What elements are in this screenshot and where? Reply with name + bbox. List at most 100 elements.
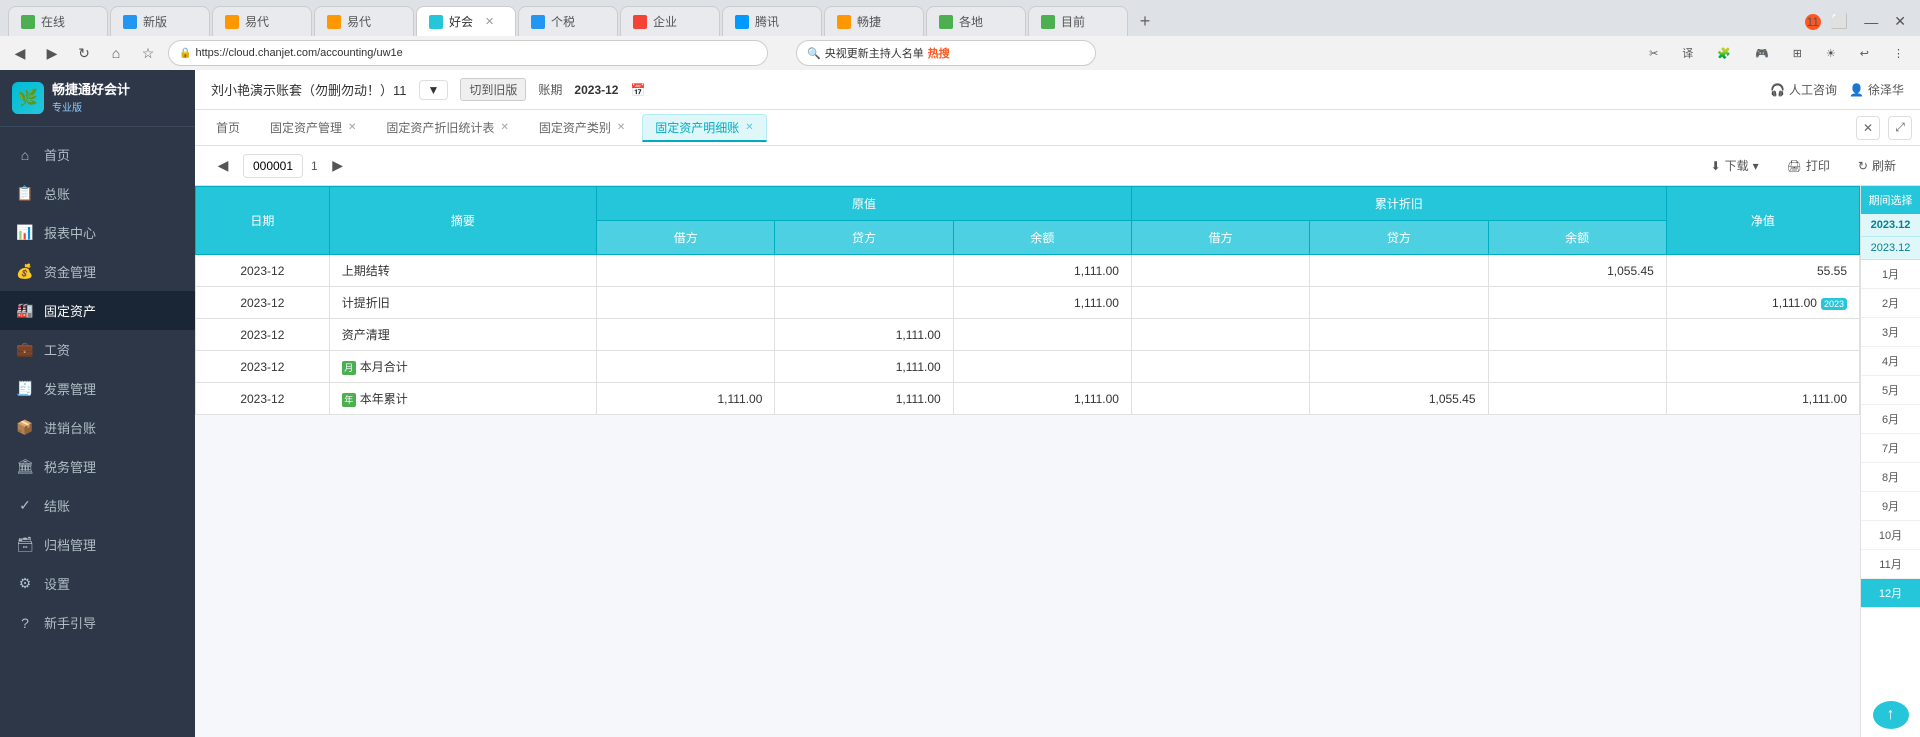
url-input[interactable]: 🔒 https://cloud.chanjet.com/accounting/u…	[168, 40, 768, 66]
user-profile-button[interactable]: 👤 徐泽华	[1849, 81, 1904, 98]
home-button[interactable]: ⌂	[104, 41, 128, 65]
switch-version-button[interactable]: 切到旧版	[460, 78, 526, 101]
page-tab-asset-detail[interactable]: 固定资产明细账 ✕	[642, 114, 766, 142]
page-tab-home[interactable]: 首页	[203, 114, 253, 142]
page-tab-close-asset-detail[interactable]: ✕	[745, 122, 753, 133]
th-accum-credit: 贷方	[1310, 221, 1488, 255]
browser-tab-yidai1[interactable]: 易代	[212, 6, 312, 36]
next-record-button[interactable]: ▶	[326, 154, 350, 178]
game-tool[interactable]: 🎮	[1747, 45, 1777, 62]
back-button[interactable]: ◀	[8, 41, 32, 65]
period-month-12[interactable]: 12月	[1861, 579, 1920, 608]
page-tab-close-fixed-asset-mgmt[interactable]: ✕	[348, 122, 356, 133]
theme-tool[interactable]: ☀	[1818, 45, 1844, 62]
tab-close-all-button[interactable]: ✕	[1856, 116, 1880, 140]
browser-tab-changjie[interactable]: 畅捷	[824, 6, 924, 36]
more-tool[interactable]: ⋮	[1885, 45, 1912, 62]
cell-orig-debit-2	[597, 319, 775, 351]
service-button[interactable]: 🎧 人工咨询	[1770, 81, 1837, 98]
account-selector[interactable]: ▼	[419, 80, 449, 100]
tab-restore-icon[interactable]: ⬜	[1825, 11, 1854, 32]
period-month-7[interactable]: 7月	[1861, 434, 1920, 463]
sidebar-item-inventory[interactable]: 📦 进销台账	[0, 408, 195, 447]
page-tab-fixed-asset-mgmt[interactable]: 固定资产管理 ✕	[257, 114, 369, 142]
sidebar-item-tax[interactable]: 🏛 税务管理	[0, 447, 195, 486]
sidebar-item-reports[interactable]: 📊 报表中心	[0, 213, 195, 252]
browser-tab-gedi[interactable]: 各地	[926, 6, 1026, 36]
sidebar-item-settings[interactable]: ⚙ 设置	[0, 564, 195, 603]
sidebar-app-title: 畅捷通好会计	[52, 82, 130, 99]
browser-tab-zaixin[interactable]: 在线	[8, 6, 108, 36]
bookmark-button[interactable]: ☆	[136, 41, 160, 65]
tab-minimize-icon[interactable]: —	[1858, 12, 1884, 32]
period-month-6[interactable]: 6月	[1861, 405, 1920, 434]
period-month-3[interactable]: 3月	[1861, 318, 1920, 347]
print-button[interactable]: 🖨 打印	[1779, 153, 1838, 178]
sidebar-item-settlement[interactable]: ✓ 结账	[0, 486, 195, 525]
cell-accum-debit-3	[1131, 351, 1309, 383]
download-button[interactable]: ⬇ 下载 ▾	[1703, 153, 1767, 178]
page-tab-close-depreciation-stats[interactable]: ✕	[500, 122, 508, 133]
tab-label-xinban: 新版	[143, 13, 167, 30]
account-dropdown-icon: ▼	[428, 83, 440, 97]
calendar-icon[interactable]: 📅	[630, 83, 645, 97]
sidebar-item-invoice[interactable]: 🧾 发票管理	[0, 369, 195, 408]
sidebar-item-ledger[interactable]: 📋 总账	[0, 174, 195, 213]
forward-button[interactable]: ▶	[40, 41, 64, 65]
new-tab-button[interactable]: +	[1130, 6, 1160, 36]
period-year-selected[interactable]: 2023.12	[1861, 214, 1920, 237]
period-month-10[interactable]: 10月	[1861, 521, 1920, 550]
undo-tool[interactable]: ↩	[1852, 45, 1877, 62]
page-tab-close-asset-category[interactable]: ✕	[617, 122, 625, 133]
cell-orig-credit-4: 1,111.00	[775, 383, 953, 415]
tab-favicon-geshui	[531, 15, 545, 29]
scissors-tool[interactable]: ✂	[1641, 45, 1666, 62]
search-input[interactable]: 🔍 央视更新主持人名单 热搜	[796, 40, 1096, 66]
prev-record-button[interactable]: ◀	[211, 154, 235, 178]
period-month-1[interactable]: 1月	[1861, 260, 1920, 289]
row-icon-4: 年	[342, 393, 356, 407]
sidebar-item-archive[interactable]: 🗃 归档管理	[0, 525, 195, 564]
tab-close-haohui[interactable]: ✕	[485, 15, 494, 28]
period-scroll-up-button[interactable]: ↑	[1873, 701, 1909, 729]
period-month-11[interactable]: 11月	[1861, 550, 1920, 579]
page-tab-asset-category[interactable]: 固定资产类别 ✕	[526, 114, 638, 142]
period-month-5[interactable]: 5月	[1861, 376, 1920, 405]
cell-orig-debit-0	[597, 255, 775, 287]
browser-tab-haohui[interactable]: 好会 ✕	[416, 6, 516, 36]
refresh-button[interactable]: ↻	[72, 41, 96, 65]
refresh-action-button[interactable]: ↻ 刷新	[1850, 153, 1904, 178]
print-label: 打印	[1806, 157, 1830, 174]
period-month-2[interactable]: 2月	[1861, 289, 1920, 318]
browser-tab-muqian[interactable]: 目前	[1028, 6, 1128, 36]
sidebar-item-payroll[interactable]: 💼 工资	[0, 330, 195, 369]
sidebar-label-funds: 资金管理	[44, 262, 96, 281]
sidebar-item-funds[interactable]: 💰 资金管理	[0, 252, 195, 291]
settlement-icon: ✓	[16, 497, 34, 515]
payroll-icon: 💼	[16, 341, 34, 359]
cell-accum-credit-4: 1,055.45	[1310, 383, 1488, 415]
sidebar-item-guide[interactable]: ? 新手引导	[0, 603, 195, 642]
browser-tab-qiye[interactable]: 企业	[620, 6, 720, 36]
tab-close-browser-icon[interactable]: ✕	[1888, 11, 1912, 32]
period-panel: 期间选择 2023.12 2023.12 1月2月3月4月5月6月7月8月9月1…	[1860, 186, 1920, 737]
cell-accum-debit-4	[1131, 383, 1309, 415]
layout-tool[interactable]: ⊞	[1785, 45, 1810, 62]
sidebar-item-fixed-assets[interactable]: 🏭 固定资产	[0, 291, 195, 330]
record-number-input[interactable]	[243, 154, 303, 178]
browser-tab-yidai2[interactable]: 易代	[314, 6, 414, 36]
browser-tab-tengxun[interactable]: 腾讯	[722, 6, 822, 36]
period-month-8[interactable]: 8月	[1861, 463, 1920, 492]
sidebar-item-home[interactable]: ⌂ 首页	[0, 135, 195, 174]
translate-tool[interactable]: 译	[1674, 43, 1701, 63]
browser-tab-xinban[interactable]: 新版	[110, 6, 210, 36]
period-month-4[interactable]: 4月	[1861, 347, 1920, 376]
cell-accum-credit-1	[1310, 287, 1488, 319]
extension-tool[interactable]: 🧩	[1709, 45, 1739, 62]
page-tab-depreciation-stats[interactable]: 固定资产折旧统计表 ✕	[373, 114, 521, 142]
period-month-9[interactable]: 9月	[1861, 492, 1920, 521]
period-year-display[interactable]: 2023.12	[1861, 237, 1920, 260]
cell-summary-2: 资产清理	[329, 319, 596, 351]
browser-tab-geshui[interactable]: 个税	[518, 6, 618, 36]
tab-expand-button[interactable]: ⤢	[1888, 116, 1912, 140]
